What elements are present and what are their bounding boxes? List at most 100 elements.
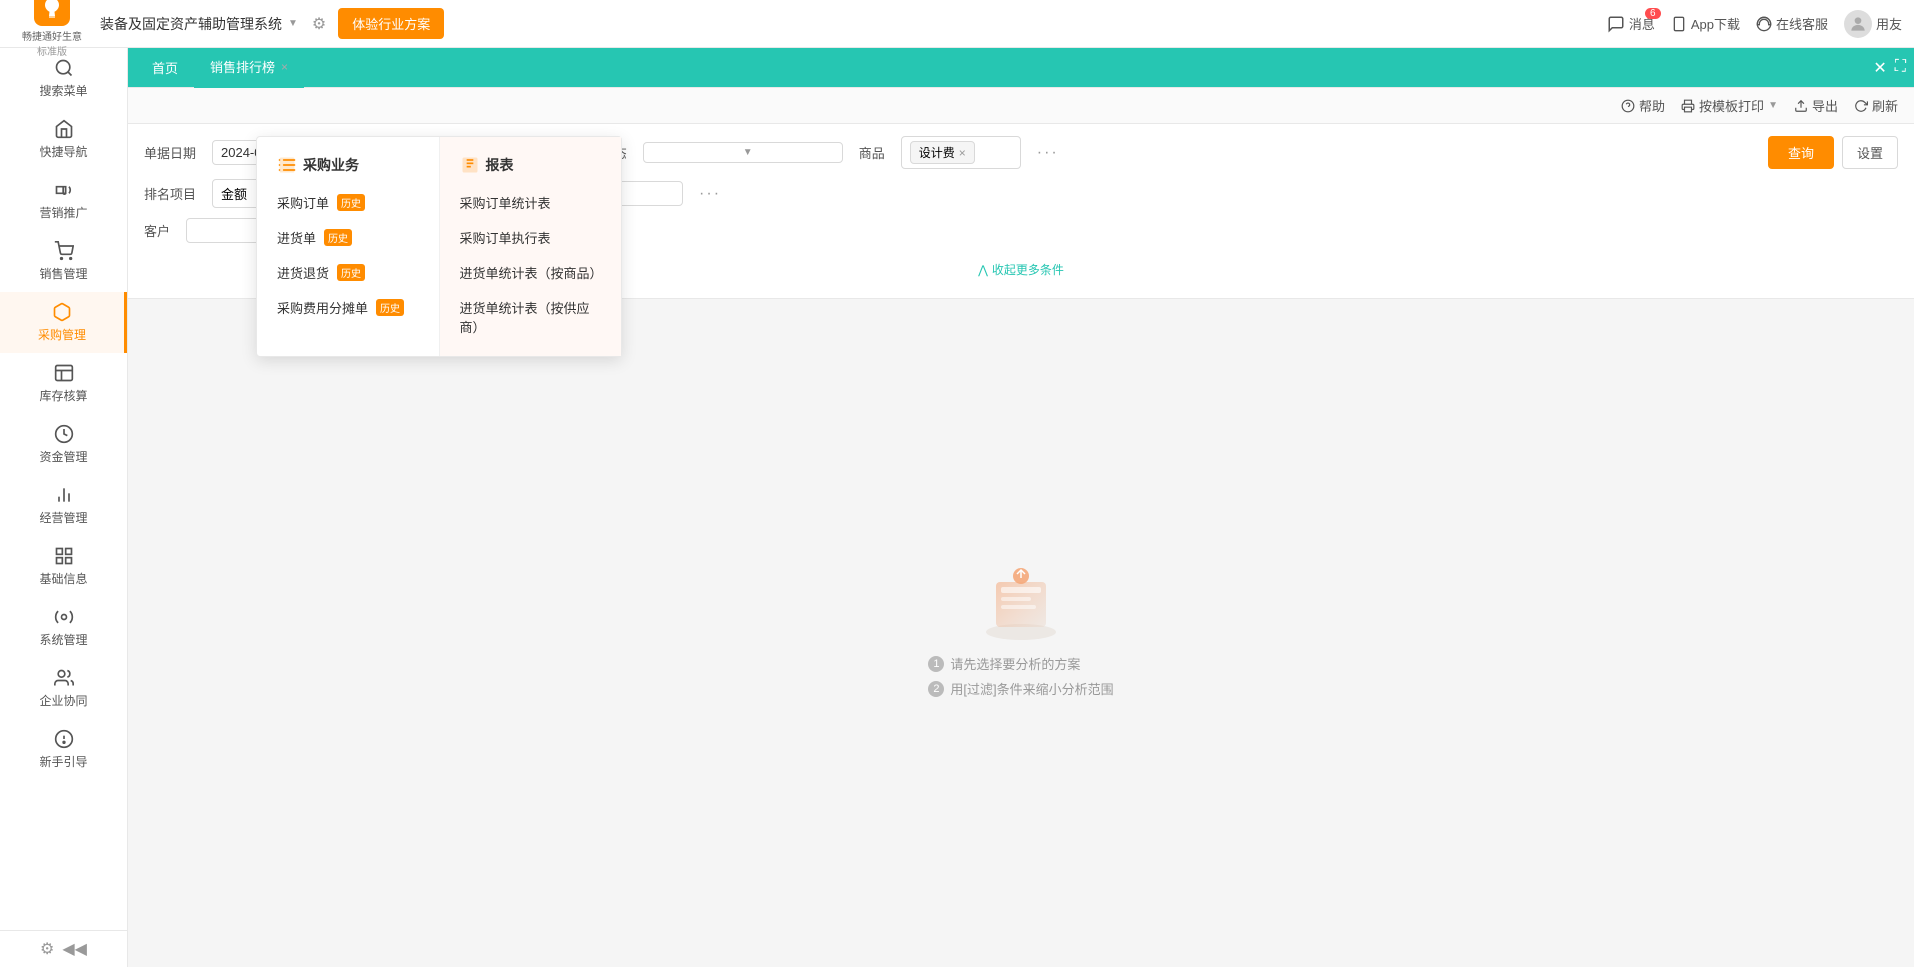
sidebar-label-guide: 新手引导 xyxy=(39,753,87,770)
sidebar-label-finance: 资金管理 xyxy=(39,448,87,465)
purchase-icon xyxy=(52,302,72,322)
menu-item-goods-stats-by-product[interactable]: 进货单统计表（按商品） xyxy=(440,255,622,290)
tab-maximize-icon[interactable]: ⛶ xyxy=(1895,58,1906,78)
collapse-sidebar-icon[interactable]: ◀◀ xyxy=(62,939,87,959)
empty-illustration xyxy=(971,562,1071,642)
tab-sales-rank[interactable]: 销售排行榜 × xyxy=(194,48,304,88)
messages-badge: 6 xyxy=(1645,8,1661,19)
sidebar-label-operations: 经营管理 xyxy=(39,509,87,526)
menu-item-purchase-expense[interactable]: 采购费用分摊单 历史 xyxy=(257,290,439,325)
goods-tag-close[interactable]: × xyxy=(959,146,966,160)
user-avatar-icon xyxy=(1848,14,1868,34)
export-button[interactable]: 导出 xyxy=(1794,96,1838,115)
report-section-icon xyxy=(460,155,480,175)
refresh-button[interactable]: 刷新 xyxy=(1854,96,1898,115)
rank-label: 排名项目 xyxy=(144,184,196,203)
report-section-title-text: 报表 xyxy=(486,155,514,175)
tab-home[interactable]: 首页 xyxy=(136,48,194,88)
app-download-button[interactable]: App下载 xyxy=(1671,14,1740,33)
user-menu[interactable]: 用友 xyxy=(1844,10,1902,38)
export-label: 导出 xyxy=(1812,96,1838,115)
sidebar-item-guide[interactable]: 新手引导 xyxy=(0,719,127,780)
purchase-section-title-text: 采购业务 xyxy=(303,155,359,175)
messages-button[interactable]: 消息 6 xyxy=(1607,14,1655,33)
tip-text-2: 用[过滤]条件来缩小分析范围 xyxy=(950,679,1113,698)
refresh-label: 刷新 xyxy=(1872,96,1898,115)
sidebar-item-sales[interactable]: 销售管理 xyxy=(0,231,127,292)
empty-tip-2: 2 用[过滤]条件来缩小分析范围 xyxy=(928,679,1113,698)
report-section-title: 报表 xyxy=(440,149,622,185)
export-icon xyxy=(1794,99,1808,113)
tab-close-icon[interactable]: × xyxy=(281,60,288,74)
menu-item-goods-stats-by-supplier[interactable]: 进货单统计表（按供应商） xyxy=(440,290,622,344)
sidebar: 搜索菜单 快捷导航 营销推广 销售管理 采购管理 库存核算 xyxy=(0,48,128,967)
brand-icon xyxy=(40,0,64,20)
top-right-actions: 消息 6 App下载 在线客服 用友 xyxy=(1607,10,1902,38)
sidebar-item-basics[interactable]: 基础信息 xyxy=(0,536,127,597)
app-download-label: App下载 xyxy=(1691,14,1740,33)
headset-icon xyxy=(1756,16,1772,32)
settings-gear-icon[interactable]: ⚙ xyxy=(312,14,326,34)
top-bar: 畅捷通好生意 标准版 装备及固定资产辅助管理系统 ▼ ⚙ 体验行业方案 消息 6… xyxy=(0,0,1914,48)
menu-item-goods-receipt[interactable]: 进货单 历史 xyxy=(257,220,439,255)
sidebar-item-operations[interactable]: 经营管理 xyxy=(0,475,127,536)
sidebar-label-marketing: 营销推广 xyxy=(39,204,87,221)
salesperson-more-btn[interactable]: ··· xyxy=(699,185,721,203)
system-title: 装备及固定资产辅助管理系统 ▼ ⚙ xyxy=(100,14,326,34)
print-button[interactable]: 按模板打印 ▼ xyxy=(1681,96,1778,115)
purchase-menu-section: 采购业务 采购订单 历史 进货单 历史 进货退货 历史 xyxy=(257,137,439,356)
menu-item-purchase-order-stats[interactable]: 采购订单统计表 xyxy=(440,185,622,220)
sidebar-item-enterprise[interactable]: 企业协同 xyxy=(0,658,127,719)
report-menu-section: 报表 采购订单统计表 采购订单执行表 进货单统计表（按商品） 进货单统计表（按供 xyxy=(439,137,622,356)
goods-tag: 设计费 × xyxy=(910,141,975,164)
logo-text: 畅捷通好生意 xyxy=(22,28,82,43)
purchase-order-label: 采购订单 xyxy=(277,193,329,212)
purchase-order-stats-label: 采购订单统计表 xyxy=(460,193,551,212)
grid-icon xyxy=(54,546,74,566)
goods-input[interactable]: 设计费 × xyxy=(901,136,1021,169)
tab-bar-right: ✕ ⛶ xyxy=(1873,58,1906,78)
online-service-button[interactable]: 在线客服 xyxy=(1756,14,1828,33)
help-button[interactable]: 帮助 xyxy=(1621,96,1665,115)
settings-bottom-icon[interactable]: ⚙ xyxy=(40,939,54,959)
tab-close-window-icon[interactable]: ✕ xyxy=(1873,58,1886,78)
sidebar-item-inventory[interactable]: 库存核算 xyxy=(0,353,127,414)
date-label: 单据日期 xyxy=(144,143,196,162)
sidebar-item-marketing[interactable]: 营销推广 xyxy=(0,170,127,231)
goods-label: 商品 xyxy=(859,143,885,162)
history-badge-1: 历史 xyxy=(337,194,365,211)
goods-return-label: 进货退货 xyxy=(277,263,329,282)
system-dropdown-arrow[interactable]: ▼ xyxy=(288,18,298,29)
main-content: 1 请先选择要分析的方案 2 用[过滤]条件来缩小分析范围 xyxy=(128,299,1914,967)
menu-item-goods-return[interactable]: 进货退货 历史 xyxy=(257,255,439,290)
purchase-section-title: 采购业务 xyxy=(257,149,439,185)
collapse-up-icon: ⋀ xyxy=(978,263,988,277)
logo-edition: 标准版 xyxy=(37,43,67,58)
purchase-expense-label: 采购费用分摊单 xyxy=(277,298,368,317)
main-layout: 搜索菜单 快捷导航 营销推广 销售管理 采购管理 库存核算 xyxy=(0,48,1914,967)
menu-item-purchase-order-exec[interactable]: 采购订单执行表 xyxy=(440,220,622,255)
avatar xyxy=(1844,10,1872,38)
trial-button[interactable]: 体验行业方案 xyxy=(338,8,444,39)
enterprise-icon xyxy=(54,668,74,688)
sidebar-item-system[interactable]: 系统管理 xyxy=(0,597,127,658)
money-icon xyxy=(54,424,74,444)
message-icon xyxy=(1607,15,1625,33)
tip-number-1: 1 xyxy=(928,656,944,672)
sidebar-item-finance[interactable]: 资金管理 xyxy=(0,414,127,475)
tab-bar: 首页 销售排行榜 × ✕ ⛶ xyxy=(128,48,1914,88)
print-icon xyxy=(1681,99,1695,113)
megaphone-icon xyxy=(54,180,74,200)
print-dropdown-arrow[interactable]: ▼ xyxy=(1768,100,1778,111)
sidebar-item-quick-nav[interactable]: 快捷导航 xyxy=(0,109,127,170)
sidebar-label-quick-nav: 快捷导航 xyxy=(39,143,87,160)
settings-button[interactable]: 设置 xyxy=(1842,136,1898,169)
tip-text-1: 请先选择要分析的方案 xyxy=(950,654,1080,673)
query-button[interactable]: 查询 xyxy=(1768,136,1834,169)
menu-item-purchase-order[interactable]: 采购订单 历史 xyxy=(257,185,439,220)
doc-status-select[interactable]: ▼ xyxy=(643,142,843,163)
goods-more-btn[interactable]: ··· xyxy=(1037,144,1059,162)
sidebar-item-purchase[interactable]: 采购管理 xyxy=(0,292,127,353)
goods-stats-by-product-label: 进货单统计表（按商品） xyxy=(460,263,602,282)
chart-icon xyxy=(54,485,74,505)
